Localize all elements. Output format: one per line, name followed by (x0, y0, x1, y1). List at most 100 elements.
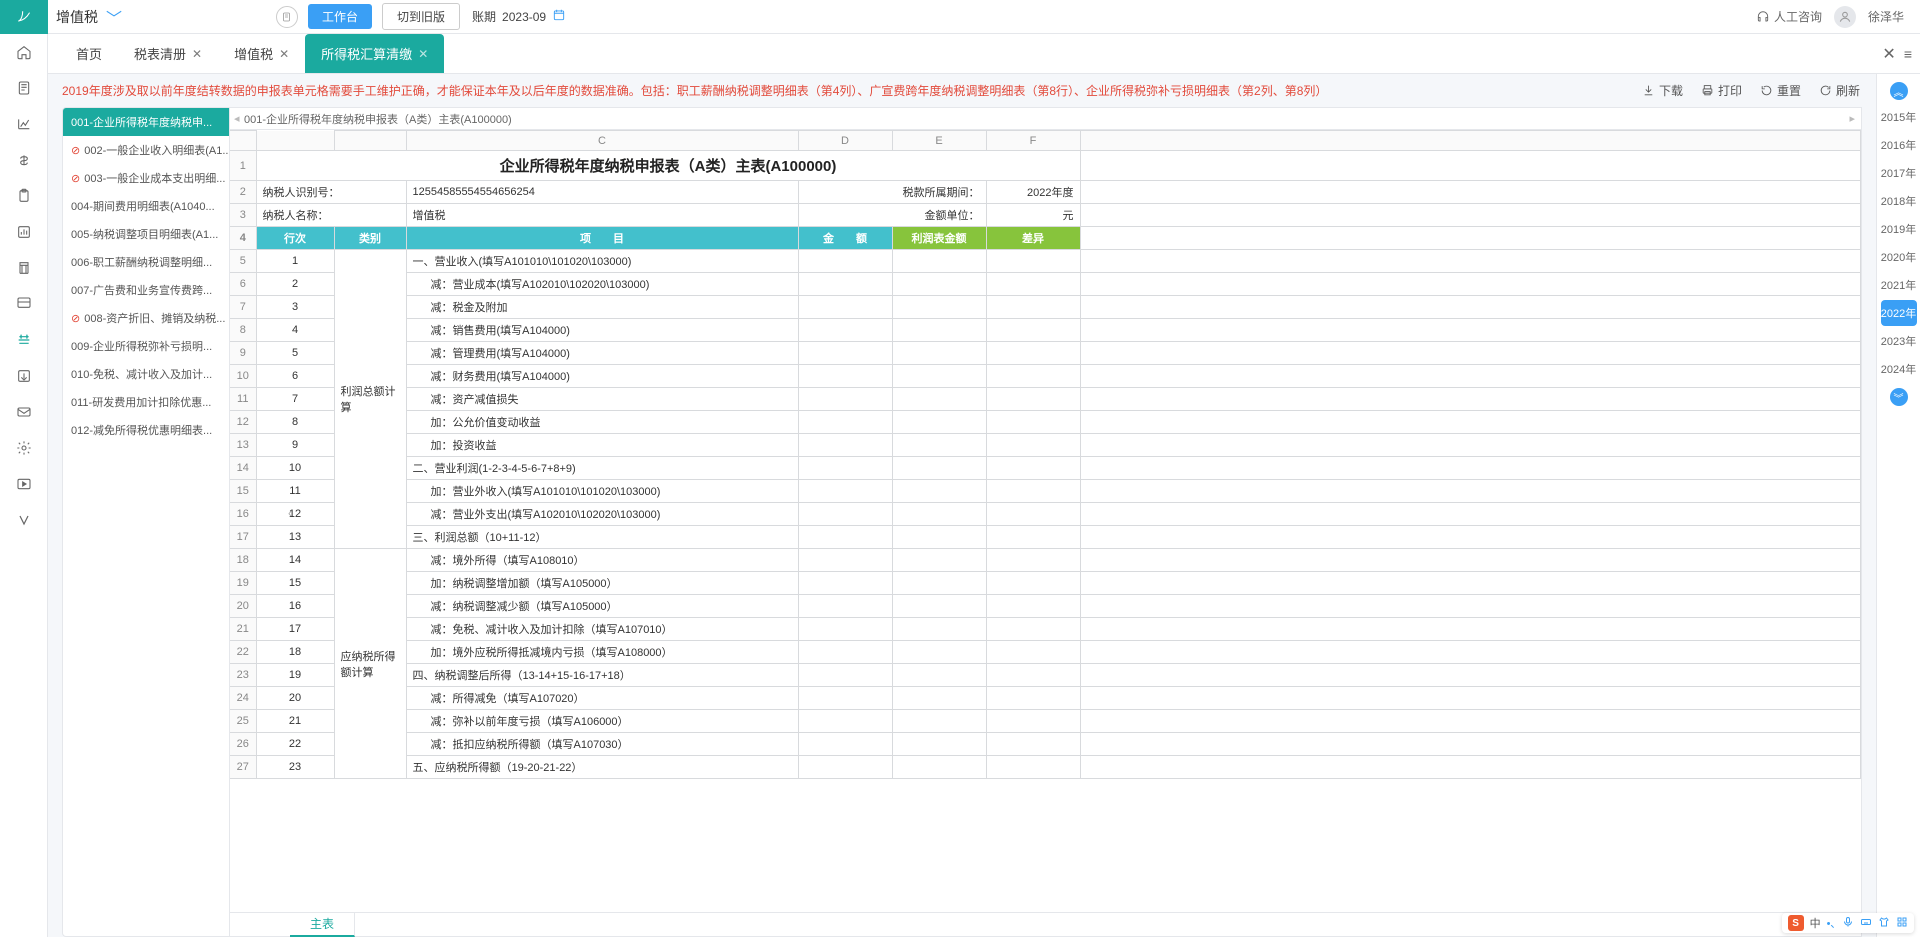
row-header[interactable]: 1 (230, 151, 256, 181)
nav-home-icon[interactable] (0, 34, 48, 70)
collapse-tree-icon[interactable]: ‹ (288, 506, 300, 542)
cell-F-19[interactable] (986, 664, 1080, 687)
refresh-button[interactable]: 刷新 (1819, 82, 1860, 99)
user-name[interactable]: 徐泽华 (1868, 8, 1904, 25)
cell-E-12[interactable] (892, 503, 986, 526)
period-value[interactable]: 2023-09 (502, 10, 546, 24)
cell-F-20[interactable] (986, 687, 1080, 710)
avatar-icon[interactable] (1834, 6, 1856, 28)
form-tree[interactable]: 001-企业所得税年度纳税申...⊘002-一般企业收入明细表(A1...⊘00… (62, 107, 230, 937)
row-header[interactable]: 27 (230, 756, 256, 779)
nav-video-icon[interactable] (0, 466, 48, 502)
switch-old-button[interactable]: 切到旧版 (382, 3, 460, 30)
ime-logo-icon[interactable]: S (1788, 915, 1804, 931)
cell-D-5[interactable] (798, 342, 892, 365)
cell-D-12[interactable] (798, 503, 892, 526)
cell-D-13[interactable] (798, 526, 892, 549)
year-chip[interactable]: 2017年 (1881, 160, 1917, 186)
ime-keyboard-icon[interactable] (1860, 916, 1872, 931)
sheet-footer-tab[interactable]: 主表 (290, 912, 355, 937)
tree-item-5[interactable]: 006-职工薪酬纳税调整明细... (63, 248, 229, 276)
cell-D-2[interactable] (798, 273, 892, 296)
cell-F-18[interactable] (986, 641, 1080, 664)
cell-D-9[interactable] (798, 434, 892, 457)
year-chip[interactable]: 2022年 (1881, 300, 1917, 326)
cell-E-7[interactable] (892, 388, 986, 411)
cell-F-14[interactable] (986, 549, 1080, 572)
year-chip[interactable]: 2016年 (1881, 132, 1917, 158)
ime-lang[interactable]: 中 (1810, 915, 1821, 931)
cell-F-4[interactable] (986, 319, 1080, 342)
row-header[interactable]: 10 (230, 365, 256, 388)
row-header[interactable]: 13 (230, 434, 256, 457)
cell-F-13[interactable] (986, 526, 1080, 549)
cell-F-10[interactable] (986, 457, 1080, 480)
cell-D-16[interactable] (798, 595, 892, 618)
col-header-F[interactable]: F (986, 131, 1080, 151)
row-header[interactable]: 24 (230, 687, 256, 710)
cell-F-6[interactable] (986, 365, 1080, 388)
cell-E-20[interactable] (892, 687, 986, 710)
nav-v-icon[interactable] (0, 502, 48, 538)
year-chip[interactable]: 2018年 (1881, 188, 1917, 214)
nav-chart-icon[interactable] (0, 106, 48, 142)
cell-E-2[interactable] (892, 273, 986, 296)
cell-D-21[interactable] (798, 710, 892, 733)
row-header[interactable]: 15 (230, 480, 256, 503)
cell-E-21[interactable] (892, 710, 986, 733)
cell-D-18[interactable] (798, 641, 892, 664)
back-circle-button[interactable] (276, 6, 298, 28)
cell-F-22[interactable] (986, 733, 1080, 756)
cell-E-13[interactable] (892, 526, 986, 549)
cell-E-3[interactable] (892, 296, 986, 319)
cell-E-19[interactable] (892, 664, 986, 687)
tree-item-6[interactable]: 007-广告费和业务宣传费跨... (63, 276, 229, 304)
year-chip[interactable]: 2024年 (1881, 356, 1917, 382)
row-header[interactable]: 7 (230, 296, 256, 319)
col-header-D[interactable]: D (798, 131, 892, 151)
row-header[interactable]: 17 (230, 526, 256, 549)
row-header[interactable]: 5 (230, 250, 256, 273)
cell-F-7[interactable] (986, 388, 1080, 411)
row-header[interactable]: 12 (230, 411, 256, 434)
nav-money-icon[interactable] (0, 142, 48, 178)
row-header[interactable]: 8 (230, 319, 256, 342)
cell-F-23[interactable] (986, 756, 1080, 779)
cell-E-11[interactable] (892, 480, 986, 503)
nav-clipboard-icon[interactable] (0, 178, 48, 214)
tab-0[interactable]: 首页 (60, 34, 118, 73)
row-header[interactable]: 16 (230, 503, 256, 526)
cell-E-16[interactable] (892, 595, 986, 618)
row-header[interactable]: 6 (230, 273, 256, 296)
year-chip[interactable]: 2020年 (1881, 244, 1917, 270)
tree-item-3[interactable]: 004-期间费用明细表(A1040... (63, 192, 229, 220)
cell-F-8[interactable] (986, 411, 1080, 434)
cell-F-5[interactable] (986, 342, 1080, 365)
cell-D-3[interactable] (798, 296, 892, 319)
tab-1[interactable]: 税表清册✕ (118, 34, 218, 73)
col-header-C[interactable]: C (406, 131, 798, 151)
cell-F-11[interactable] (986, 480, 1080, 503)
nav-doc-icon[interactable] (0, 70, 48, 106)
row-header[interactable]: 18 (230, 549, 256, 572)
cell-E-4[interactable] (892, 319, 986, 342)
year-chip[interactable]: 2019年 (1881, 216, 1917, 242)
cell-E-14[interactable] (892, 549, 986, 572)
sheet-tab-scroll-right-icon[interactable]: ▸ (1849, 112, 1855, 125)
cell-D-14[interactable] (798, 549, 892, 572)
close-icon[interactable]: ✕ (418, 47, 428, 61)
ime-mic-icon[interactable] (1842, 916, 1854, 931)
cell-D-7[interactable] (798, 388, 892, 411)
ime-tool-icon[interactable] (1896, 916, 1908, 931)
cell-E-6[interactable] (892, 365, 986, 388)
row-header[interactable]: 11 (230, 388, 256, 411)
cell-D-4[interactable] (798, 319, 892, 342)
cell-D-10[interactable] (798, 457, 892, 480)
tab-3[interactable]: 所得税汇算清缴✕ (305, 34, 444, 73)
cell-F-15[interactable] (986, 572, 1080, 595)
nav-active-module-icon[interactable] (0, 322, 48, 358)
nav-dashboard-icon[interactable] (0, 286, 48, 322)
cell-E-9[interactable] (892, 434, 986, 457)
app-logo[interactable] (0, 0, 48, 34)
taxpayer-name-value[interactable]: 增值税 (406, 204, 798, 227)
